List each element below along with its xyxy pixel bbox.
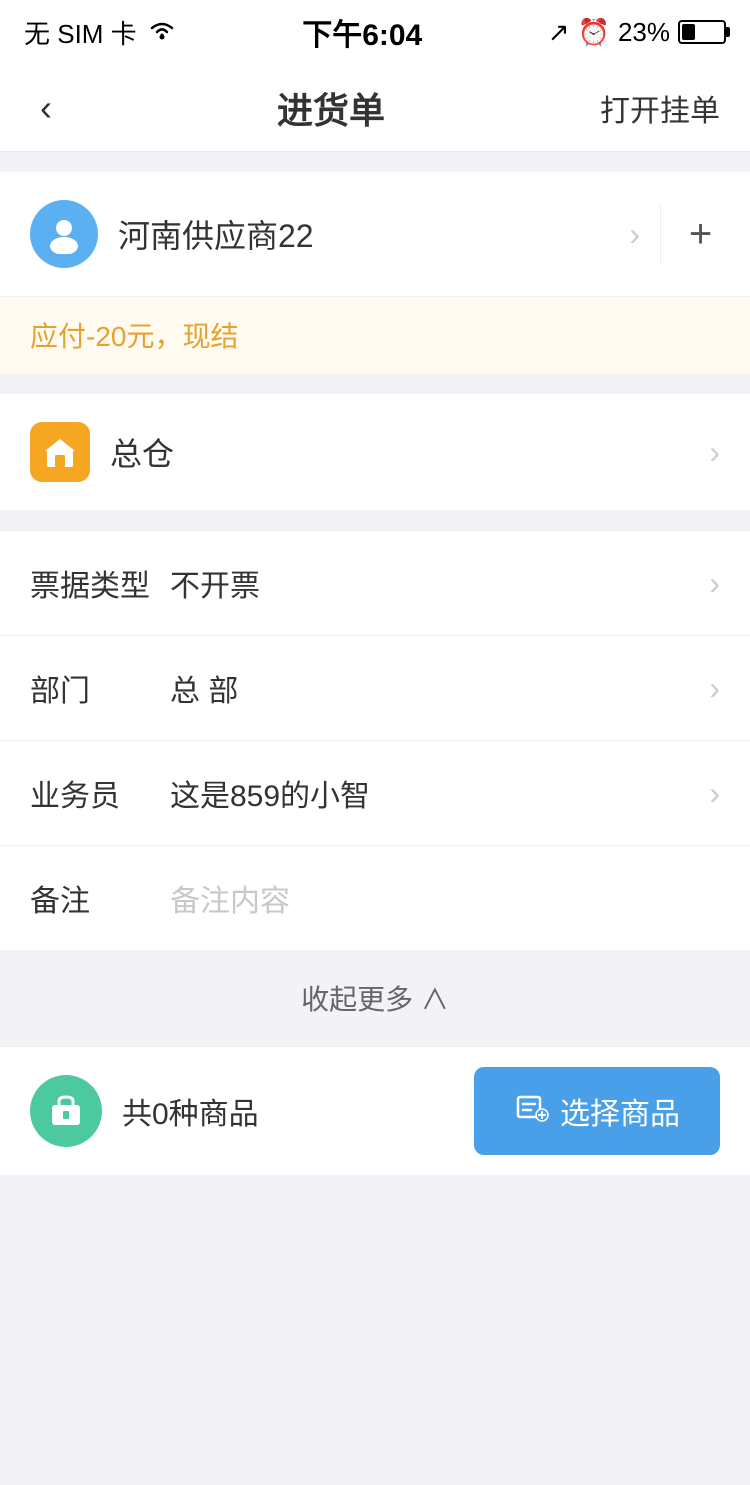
back-button[interactable]: ‹: [30, 77, 62, 139]
add-supplier-button[interactable]: +: [660, 204, 720, 264]
page-rest: [0, 1175, 750, 1485]
supplier-avatar: [30, 200, 98, 268]
collapse-label: 收起更多 ∧: [301, 978, 449, 1018]
battery-icon: [678, 20, 726, 44]
battery-percent: 23%: [618, 17, 670, 48]
location-icon: ↗: [548, 17, 570, 48]
sales-label: 业务员: [30, 771, 170, 815]
warehouse-chevron-icon: ›: [709, 434, 720, 471]
remark-label: 备注: [30, 876, 170, 920]
supplier-name[interactable]: 河南供应商22: [118, 211, 629, 257]
page-title: 进货单: [277, 82, 385, 134]
wifi-icon: [147, 17, 177, 48]
invoice-row[interactable]: 票据类型 不开票 ›: [0, 530, 750, 635]
status-time: 下午6:04: [302, 10, 422, 54]
supplier-chevron-icon: ›: [629, 216, 640, 253]
select-product-icon: [514, 1089, 550, 1133]
warehouse-row[interactable]: 总仓 ›: [0, 393, 750, 510]
dept-chevron-icon: ›: [709, 670, 720, 707]
notice-bar: 应付-20元，现结: [0, 297, 750, 373]
sales-row[interactable]: 业务员 这是859的小智 ›: [0, 740, 750, 845]
product-count: 共0种商品: [122, 1089, 474, 1133]
sim-label: 无 SIM 卡: [24, 14, 137, 51]
divider-top: [0, 152, 750, 172]
form-section: 票据类型 不开票 › 部门 总 部 › 业务员 这是859的小智 › 备注 备注…: [0, 530, 750, 950]
remark-input[interactable]: 备注内容: [170, 876, 720, 920]
product-icon: [30, 1075, 102, 1147]
dept-row[interactable]: 部门 总 部 ›: [0, 635, 750, 740]
supplier-row: 河南供应商22 › +: [0, 172, 750, 297]
dept-value: 总 部: [170, 666, 709, 710]
supplier-section: 河南供应商22 › + 应付-20元，现结: [0, 172, 750, 373]
status-right: ↗ ⏰ 23%: [548, 17, 726, 48]
sales-chevron-icon: ›: [709, 775, 720, 812]
dept-label: 部门: [30, 666, 170, 710]
collapse-button[interactable]: 收起更多 ∧: [0, 950, 750, 1046]
invoice-value: 不开票: [170, 561, 709, 605]
sales-value: 这是859的小智: [170, 771, 709, 815]
nav-bar: ‹ 进货单 打开挂单: [0, 64, 750, 152]
warehouse-name: 总仓: [110, 429, 709, 475]
status-bar: 无 SIM 卡 下午6:04 ↗ ⏰ 23%: [0, 0, 750, 64]
divider-form-top: [0, 510, 750, 530]
select-product-label: 选择商品: [560, 1089, 680, 1133]
remark-row[interactable]: 备注 备注内容: [0, 845, 750, 950]
warehouse-section: 总仓 ›: [0, 393, 750, 510]
warehouse-icon: [30, 422, 90, 482]
invoice-chevron-icon: ›: [709, 565, 720, 602]
bottom-bar: 共0种商品 选择商品: [0, 1046, 750, 1175]
alarm-icon: ⏰: [578, 17, 610, 48]
select-product-button[interactable]: 选择商品: [474, 1067, 720, 1155]
divider-middle: [0, 373, 750, 393]
invoice-label: 票据类型: [30, 561, 170, 605]
status-left: 无 SIM 卡: [24, 14, 177, 51]
open-pending-button[interactable]: 打开挂单: [600, 86, 720, 130]
